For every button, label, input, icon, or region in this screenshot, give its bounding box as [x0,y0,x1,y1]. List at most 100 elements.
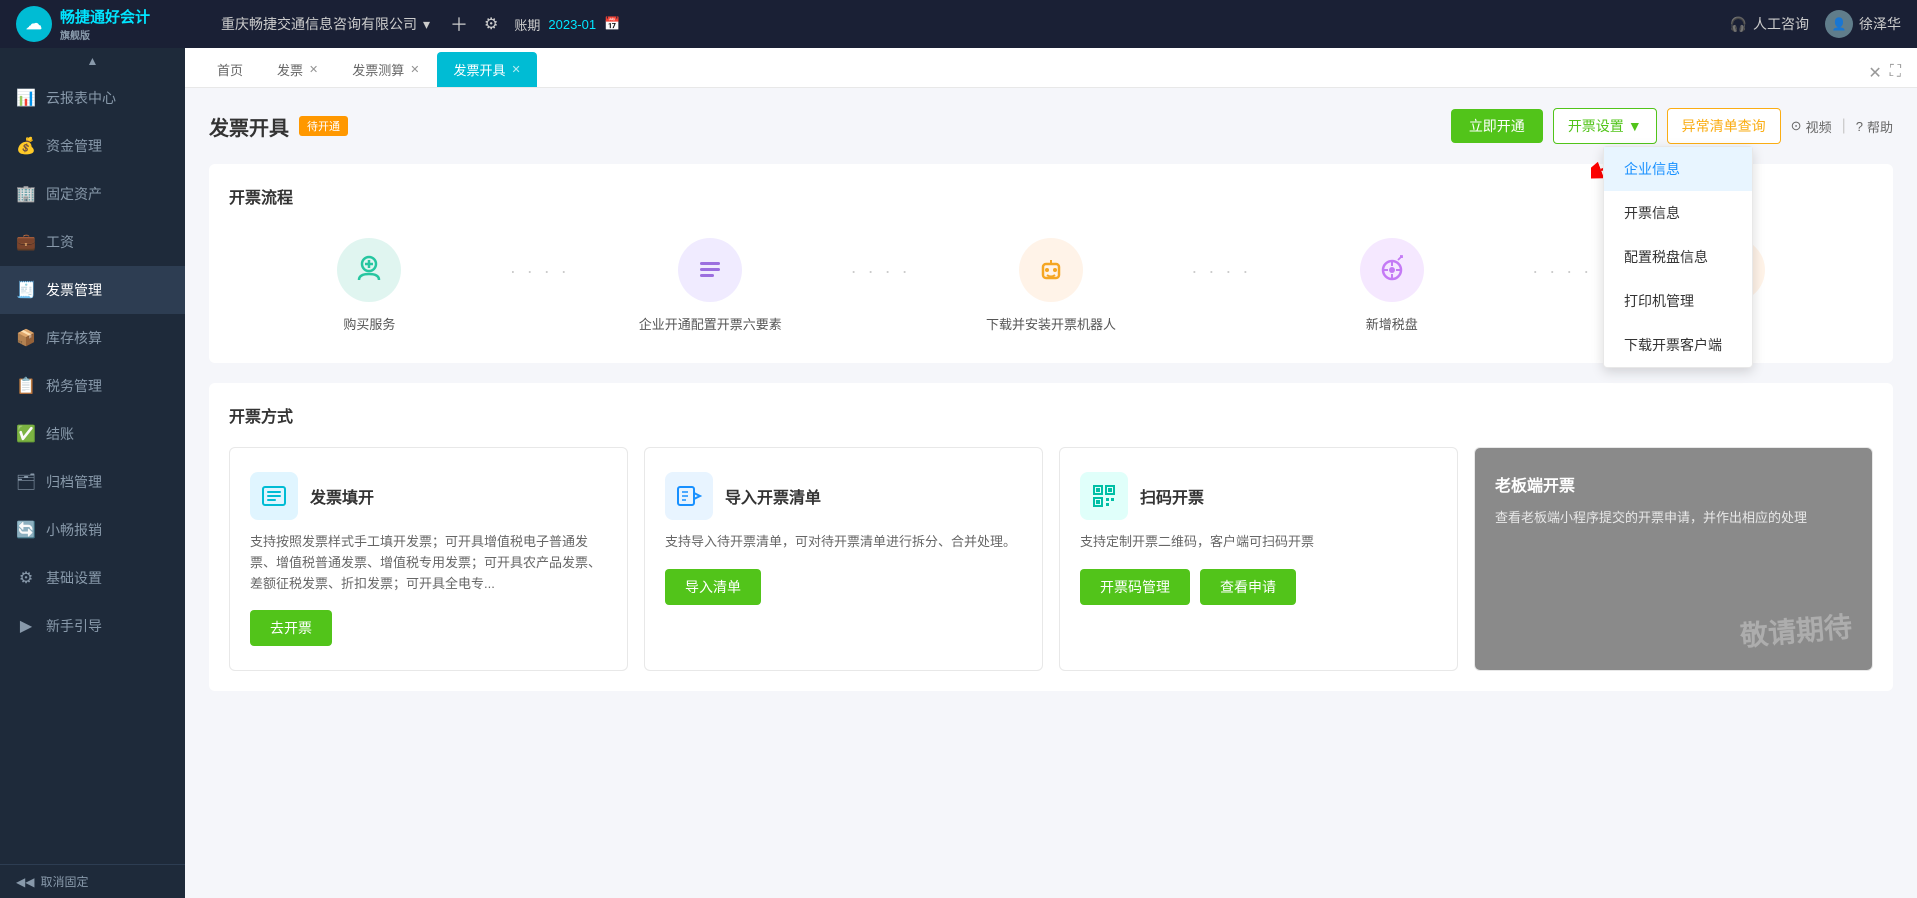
sidebar-item-settle[interactable]: ✅ 结账 [0,410,185,458]
download-robot-icon [1019,238,1083,302]
add-icon[interactable]: ＋ [450,11,468,37]
page-header: 发票开具 待开通 立即开通 开票设置 ▼ 异常清单查询 ⊙ 视频 | [209,108,1893,144]
import-list-header: 导入开票清单 [665,472,1022,520]
fund-mgmt-icon: 💰 [16,136,36,156]
flow-connector-1: · · · · [510,261,570,310]
boss-invoice-title: 老板端开票 [1495,472,1575,496]
video-button[interactable]: ⊙ 视频 [1791,117,1832,136]
main-layout: ▲ 📊 云报表中心 💰 资金管理 🏢 固定资产 💼 工资 🧾 发票管理 [0,48,1917,898]
chevron-down-icon: ▾ [423,16,430,33]
top-bar: ☁ 畅捷通好会计 旗舰版 重庆畅捷交通信息咨询有限公司 ▾ ＋ ⚙ 账期 202… [0,0,1917,48]
support-area[interactable]: 🎧 人工咨询 [1730,14,1809,34]
dropdown-item-label: 开票信息 [1624,205,1680,221]
sidebar-item-label: 税务管理 [46,376,102,396]
tax-mgmt-icon: 📋 [16,376,36,396]
flow-connector-2: · · · · [851,261,911,310]
fixed-assets-icon: 🏢 [16,184,36,204]
tab-invoice-calc[interactable]: 发票测算 ✕ [336,52,435,87]
payroll-icon: 💼 [16,232,36,252]
boss-invoice-desc: 查看老板端小程序提交的开票申请，并作出相应的处理 [1495,508,1852,529]
close-window-icon[interactable]: ✕ [1868,63,1881,83]
user-name: 徐泽华 [1859,14,1901,34]
maximize-icon[interactable]: ⛶ [1890,63,1901,83]
tab-home[interactable]: 首页 [201,52,259,87]
fill-invoice-icon [250,472,298,520]
dropdown-item-download-client[interactable]: 下载开票客户端 [1604,323,1752,367]
user-area[interactable]: 👤 徐泽华 [1825,10,1901,38]
fill-invoice-btn[interactable]: 去开票 [250,610,332,646]
buy-service-icon [337,238,401,302]
sidebar-item-label: 基础设置 [46,568,102,588]
scroll-up-btn[interactable]: ▲ [0,48,185,74]
tab-invoice[interactable]: 发票 ✕ [261,52,334,87]
import-list-icon [665,472,713,520]
flow-connector-3: · · · · [1191,261,1251,310]
settings-button[interactable]: 开票设置 ▼ [1553,108,1657,144]
method-section-title: 开票方式 [229,403,1873,427]
headset-icon: 🎧 [1730,16,1747,33]
tab-invoice-label: 发票 [277,60,303,79]
sidebar-item-label: 云报表中心 [46,88,116,108]
archive-icon: 🗂 [16,472,36,492]
avatar: 👤 [1825,10,1853,38]
calendar-icon[interactable]: 📅 [604,16,620,32]
sidebar-item-tax-mgmt[interactable]: 📋 税务管理 [0,362,185,410]
sidebar-item-label: 工资 [46,232,74,252]
sidebar-item-payroll[interactable]: 💼 工资 [0,218,185,266]
sidebar-item-invoice-mgmt[interactable]: 🧾 发票管理 [0,266,185,314]
buy-service-label: 购买服务 [343,314,395,333]
scan-invoice-desc: 支持定制开票二维码，客户端可扫码开票 [1080,532,1437,553]
sidebar-collapse-btn[interactable]: ◀◀ 取消固定 [0,864,185,898]
dropdown-item-tax-disk[interactable]: 配置税盘信息 [1604,235,1752,279]
config-enterprise-label: 企业开通配置开票六要素 [639,314,782,333]
sidebar-item-label: 归档管理 [46,472,102,492]
sidebar-item-fixed-assets[interactable]: 🏢 固定资产 [0,170,185,218]
page-content: 发票开具 待开通 立即开通 开票设置 ▼ 异常清单查询 ⊙ 视频 | [185,88,1917,898]
sidebar-item-cloud-report[interactable]: 📊 云报表中心 [0,74,185,122]
boss-invoice-header: 老板端开票 [1495,472,1852,496]
scan-invoice-icon [1080,472,1128,520]
video-icon: ⊙ [1791,118,1802,134]
sidebar-item-archive[interactable]: 🗂 归档管理 [0,458,185,506]
tab-invoice-calc-close[interactable]: ✕ [410,63,419,76]
sidebar-item-label: 发票管理 [46,280,102,300]
scan-invoice-btn2[interactable]: 查看申请 [1200,569,1296,605]
sidebar-item-label: 小畅报销 [46,520,102,540]
import-list-desc: 支持导入待开票清单，可对待开票清单进行拆分、合并处理。 [665,532,1022,553]
activate-button[interactable]: 立即开通 [1451,109,1543,143]
dropdown-item-company-info[interactable]: 企业信息 [1604,147,1752,191]
report-sales-icon: 🔄 [16,520,36,540]
tab-invoice-open-close[interactable]: ✕ [512,63,521,76]
method-cards: 发票填开 支持按照发票样式手工填开发票；可开具增值税电子普通发票、增值税普通发票… [229,447,1873,671]
tab-invoice-close[interactable]: ✕ [309,63,318,76]
import-list-btn[interactable]: 导入清单 [665,569,761,605]
sidebar-item-guide[interactable]: ▶ 新手引导 [0,602,185,650]
page-title-area: 发票开具 待开通 [209,112,348,141]
dropdown-item-invoice-info[interactable]: 开票信息 [1604,191,1752,235]
help-button[interactable]: ? 帮助 [1856,117,1893,136]
method-section: 开票方式 [209,383,1893,691]
sidebar-item-settings[interactable]: ⚙ 基础设置 [0,554,185,602]
fill-invoice-header: 发票填开 [250,472,607,520]
sidebar-item-report-sales[interactable]: 🔄 小畅报销 [0,506,185,554]
scan-invoice-btns: 开票码管理 查看申请 [1080,569,1437,605]
support-label: 人工咨询 [1753,14,1809,34]
tab-invoice-calc-label: 发票测算 [352,60,404,79]
company-selector[interactable]: 重庆畅捷交通信息咨询有限公司 ▾ [213,10,438,38]
scan-invoice-btn1[interactable]: 开票码管理 [1080,569,1190,605]
top-bar-left: ☁ 畅捷通好会计 旗舰版 重庆畅捷交通信息咨询有限公司 ▾ ＋ ⚙ 账期 202… [16,6,620,42]
invoice-mgmt-icon: 🧾 [16,280,36,300]
tab-invoice-open[interactable]: 发票开具 ✕ [437,52,536,87]
dropdown-item-printer[interactable]: 打印机管理 [1604,279,1752,323]
help-icon: ? [1856,119,1863,134]
guide-icon: ▶ [16,616,36,636]
settings-dropdown-menu: 企业信息 开票信息 配置税盘信息 打印机管理 下载开票客户端 [1603,146,1753,368]
abnormal-button[interactable]: 异常清单查询 [1667,108,1781,144]
overlay-pending-text: 敬请期待 [1738,606,1853,656]
settings-sidebar-icon: ⚙ [16,568,36,588]
sidebar-item-inventory[interactable]: 📦 库存核算 [0,314,185,362]
dropdown-item-label: 配置税盘信息 [1624,249,1708,265]
settings-icon[interactable]: ⚙ [484,14,498,34]
settle-icon: ✅ [16,424,36,444]
sidebar-item-fund-mgmt[interactable]: 💰 资金管理 [0,122,185,170]
